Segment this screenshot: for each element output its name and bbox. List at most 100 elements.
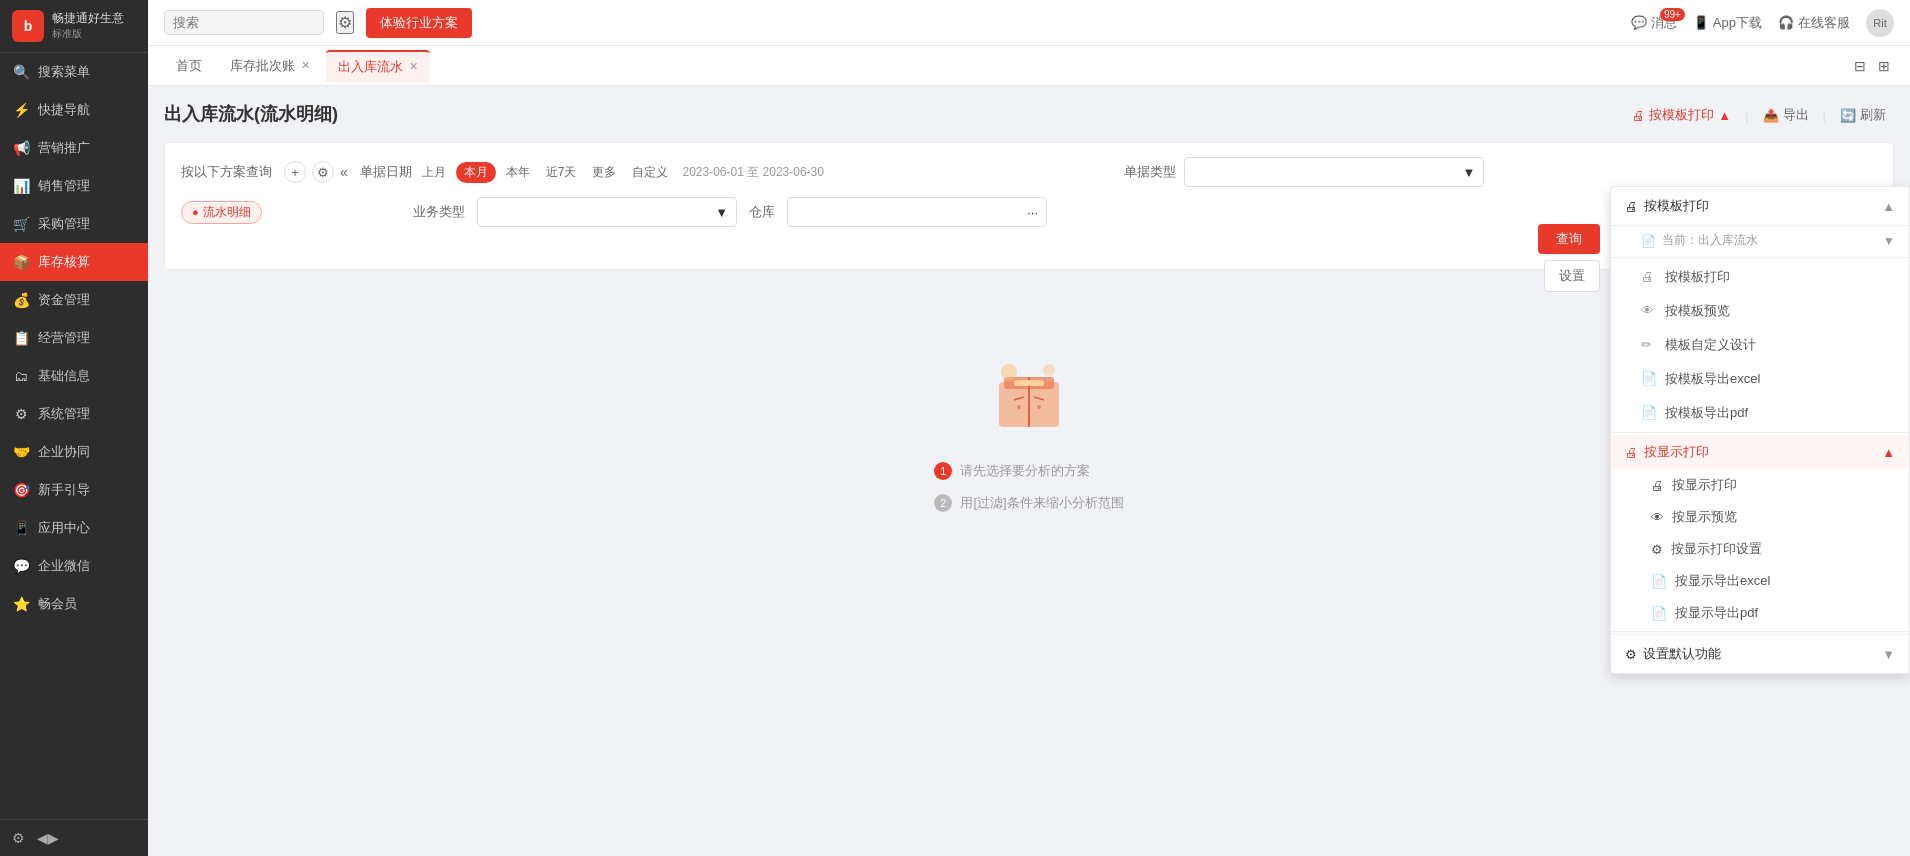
dropdown-display-print[interactable]: 🖨 按显示打印 — [1611, 469, 1909, 501]
sidebar-item-finance[interactable]: 💰 资金管理 — [0, 281, 148, 319]
date-filter: 单据日期 上月 本月 本年 近7天 更多 自定义 2023-06-01 至 20… — [360, 162, 1113, 183]
dropdown-template-export-pdf[interactable]: 📄 按模板导出pdf — [1611, 396, 1909, 430]
export-button[interactable]: 📤 导出 — [1755, 102, 1817, 128]
design-item-icon: ✏ — [1641, 337, 1657, 353]
date-custom[interactable]: 自定义 — [626, 162, 674, 183]
logo-icon: b — [12, 10, 44, 42]
marketing-icon: 📢 — [12, 139, 30, 157]
sidebar-item-purchase[interactable]: 🛒 采购管理 — [0, 205, 148, 243]
excel-item-icon: 📄 — [1641, 371, 1657, 387]
bill-type-select[interactable]: ▼ — [1184, 157, 1484, 187]
finance-icon: 💰 — [12, 291, 30, 309]
header-search-input[interactable] — [164, 10, 324, 35]
sidebar-item-label: 销售管理 — [38, 177, 90, 195]
dropdown-footer[interactable]: ⚙ 设置默认功能 ▼ — [1611, 634, 1909, 673]
filter-settings-button[interactable]: ⚙ — [312, 161, 334, 183]
sidebar-item-search[interactable]: 🔍 搜索菜单 — [0, 53, 148, 91]
print-dropdown-panel: 🖨 按模板打印 ▲ 📄 当前：出入库流水 ▼ 🖨 按模板打印 👁 按模板预览 ✏ — [1610, 186, 1910, 674]
empty-step-1: 1 请先选择要分析的方案 — [934, 458, 1123, 484]
user-avatar[interactable]: Rit — [1866, 9, 1894, 37]
tab-maximize-button[interactable]: ⊞ — [1874, 54, 1894, 78]
sales-icon: 📊 — [12, 177, 30, 195]
sidebar-item-sales[interactable]: 📊 销售管理 — [0, 167, 148, 205]
dropdown-current: 📄 当前：出入库流水 ▼ — [1611, 226, 1909, 255]
tab-close-inout-flow[interactable]: ✕ — [409, 60, 418, 73]
sidebar-item-guide[interactable]: 🎯 新手引导 — [0, 471, 148, 509]
sidebar-item-label: 系统管理 — [38, 405, 90, 423]
dropdown-template-design[interactable]: ✏ 模板自定义设计 — [1611, 328, 1909, 362]
more-icon: ··· — [1027, 205, 1038, 220]
warehouse-select[interactable]: ··· — [787, 197, 1047, 227]
filter-add-button[interactable]: + — [284, 161, 306, 183]
header-gear-button[interactable]: ⚙ — [336, 11, 354, 34]
message-button[interactable]: 💬 消息 99+ — [1631, 14, 1677, 32]
print-item-icon: 🖨 — [1641, 269, 1657, 285]
sidebar-item-wechat[interactable]: 💬 企业微信 — [0, 547, 148, 585]
message-badge: 99+ — [1660, 8, 1685, 21]
business-type-label: 业务类型 — [413, 203, 465, 221]
empty-steps: 1 请先选择要分析的方案 2 用[过滤]条件来缩小分析范围 — [934, 458, 1123, 516]
dropdown-display-preview[interactable]: 👁 按显示预览 — [1611, 501, 1909, 533]
trial-button[interactable]: 体验行业方案 — [366, 8, 472, 38]
date-range: 2023-06-01 至 2023-06-30 — [682, 164, 823, 181]
query-button[interactable]: 查询 — [1538, 224, 1600, 254]
tab-inout-flow[interactable]: 出入库流水 ✕ — [326, 50, 430, 82]
sidebar-item-operations[interactable]: 📋 经营管理 — [0, 319, 148, 357]
date-more[interactable]: 更多 — [586, 162, 622, 183]
bill-type-filter: 单据类型 ▼ — [1124, 157, 1877, 187]
sidebar-item-label: 企业协同 — [38, 443, 90, 461]
svg-point-9 — [1037, 405, 1041, 409]
date-current-year[interactable]: 本年 — [500, 162, 536, 183]
date-last-7-days[interactable]: 近7天 — [540, 162, 583, 183]
export-icon: 📤 — [1763, 108, 1779, 123]
sidebar-item-inventory[interactable]: 📦 库存核算 — [0, 243, 148, 281]
sidebar-collapse-button[interactable]: ◀▶ — [37, 830, 59, 846]
sidebar-item-label: 新手引导 — [38, 481, 90, 499]
dropdown-header[interactable]: 🖨 按模板打印 ▲ — [1611, 187, 1909, 226]
date-last-month[interactable]: 上月 — [416, 162, 452, 183]
preview-item-icon: 👁 — [1641, 303, 1657, 319]
shortcut-icon: ⚡ — [12, 101, 30, 119]
refresh-button[interactable]: 🔄 刷新 — [1832, 102, 1894, 128]
dropdown-display-print-settings[interactable]: ⚙ 按显示打印设置 — [1611, 533, 1909, 565]
sidebar-item-label: 采购管理 — [38, 215, 90, 233]
filter-collapse-button[interactable]: « — [340, 164, 348, 180]
sidebar-item-member[interactable]: ⭐ 畅会员 — [0, 585, 148, 623]
bill-type-label: 单据类型 — [1124, 163, 1176, 181]
date-quick-btns: 上月 本月 本年 近7天 更多 自定义 — [416, 162, 675, 183]
dropdown-section2-header[interactable]: 🖨 按显示打印 ▲ — [1611, 435, 1909, 469]
settings-button[interactable]: 设置 — [1544, 260, 1600, 292]
business-type-select[interactable]: ▼ — [477, 197, 737, 227]
date-current-month[interactable]: 本月 — [456, 162, 496, 183]
sidebar-item-label: 应用中心 — [38, 519, 90, 537]
dropdown-template-export-excel[interactable]: 📄 按模板导出excel — [1611, 362, 1909, 396]
sidebar-item-label: 快捷导航 — [38, 101, 90, 119]
sidebar: b 畅捷通好生意 标准版 🔍 搜索菜单 ⚡ 快捷导航 📢 营销推广 📊 销售管理… — [0, 0, 148, 856]
settings-gear-button[interactable]: ⚙ — [12, 830, 25, 846]
dropdown-display-export-excel[interactable]: 📄 按显示导出excel — [1611, 565, 1909, 597]
sidebar-item-basic[interactable]: 🗂 基础信息 — [0, 357, 148, 395]
sidebar-item-system[interactable]: ⚙ 系统管理 — [0, 395, 148, 433]
print-template-button[interactable]: 🖨 按模板打印 ▲ — [1624, 102, 1739, 128]
online-service-button[interactable]: 🎧 在线客服 — [1778, 14, 1850, 32]
empty-illustration — [979, 342, 1079, 442]
section2-chevron: ▲ — [1882, 445, 1895, 460]
dropdown-template-print[interactable]: 🖨 按模板打印 — [1611, 260, 1909, 294]
sidebar-item-marketing[interactable]: 📢 营销推广 — [0, 129, 148, 167]
current-icon: 📄 — [1641, 234, 1656, 248]
sidebar-item-label: 经营管理 — [38, 329, 90, 347]
tab-home[interactable]: 首页 — [164, 51, 214, 81]
sidebar-item-appstore[interactable]: 📱 应用中心 — [0, 509, 148, 547]
filter-row-1: 按以下方案查询 + ⚙ « 单据日期 上月 本月 本年 近7天 更多 自定义 — [181, 157, 1877, 187]
tab-inventory-batch[interactable]: 库存批次账 ✕ — [218, 51, 322, 81]
tab-restore-button[interactable]: ⊟ — [1850, 54, 1870, 78]
sidebar-item-shortcut[interactable]: ⚡ 快捷导航 — [0, 91, 148, 129]
date-label: 单据日期 — [360, 163, 412, 181]
tab-close-inventory-batch[interactable]: ✕ — [301, 59, 310, 72]
dropdown-display-export-pdf[interactable]: 📄 按显示导出pdf — [1611, 597, 1909, 629]
dropdown-template-preview[interactable]: 👁 按模板预览 — [1611, 294, 1909, 328]
sidebar-item-cooperation[interactable]: 🤝 企业协同 — [0, 433, 148, 471]
sidebar-item-label: 基础信息 — [38, 367, 90, 385]
sidebar-nav: 🔍 搜索菜单 ⚡ 快捷导航 📢 营销推广 📊 销售管理 🛒 采购管理 📦 库存核… — [0, 53, 148, 819]
app-download-button[interactable]: 📱 App下载 — [1693, 14, 1762, 32]
